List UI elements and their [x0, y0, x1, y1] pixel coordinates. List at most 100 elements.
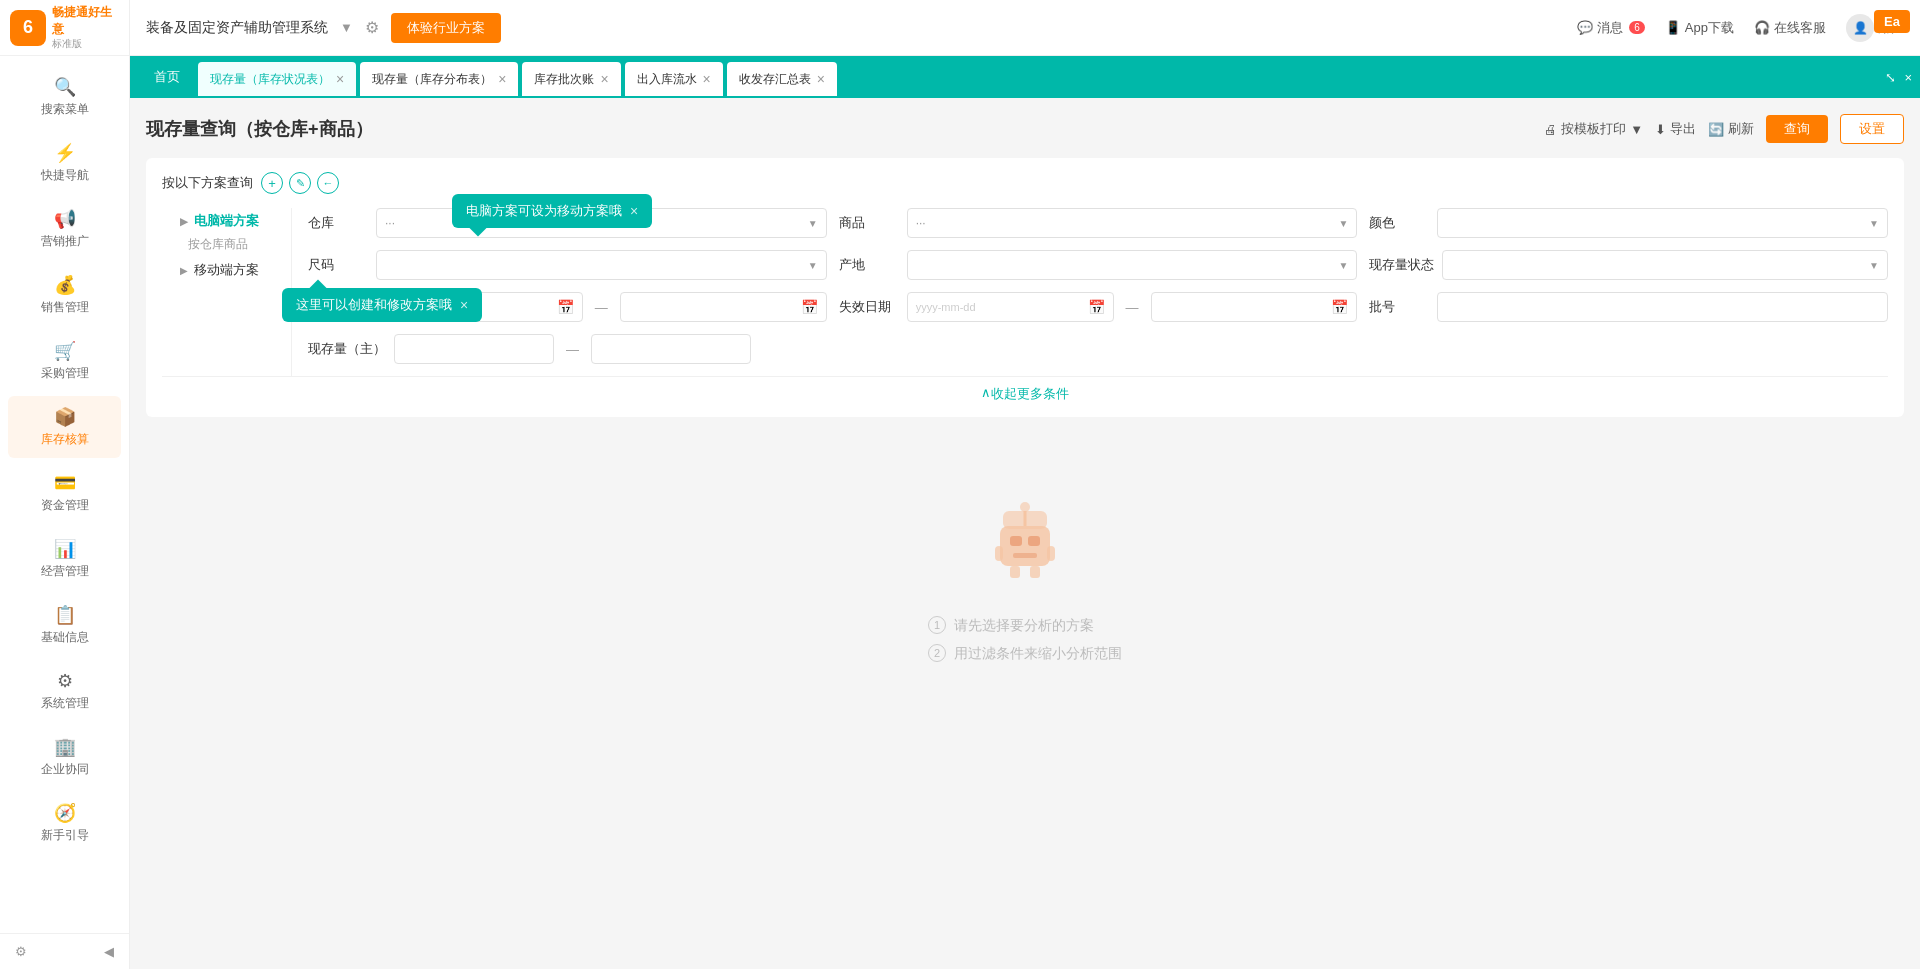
stock-status-dropdown[interactable]: ▼: [1442, 250, 1888, 280]
filter-label: 按以下方案查询: [162, 174, 253, 192]
chevron-down-icon: ▼: [808, 260, 818, 271]
tab-receive-send[interactable]: 收发存汇总表 ×: [727, 62, 837, 96]
batch-no-input[interactable]: [1437, 292, 1888, 322]
filter-field-size: 尺码 ▼: [308, 250, 827, 280]
reset-button[interactable]: 设置: [1840, 114, 1904, 144]
collapse-icon[interactable]: ◀: [104, 944, 114, 959]
step-2-text: 用过滤条件来缩小分析范围: [954, 639, 1122, 667]
expire-date-from[interactable]: yyyy-mm-dd 📅: [907, 292, 1114, 322]
collapse-label: 收起更多条件: [991, 385, 1069, 403]
sidebar-item-label: 基础信息: [41, 629, 89, 646]
sidebar-item-label: 资金管理: [41, 497, 89, 514]
production-date-to[interactable]: 📅: [620, 292, 827, 322]
settings-icon[interactable]: ⚙: [15, 944, 27, 959]
tab-close-icon[interactable]: ×: [336, 71, 344, 87]
tab-close-icon[interactable]: ×: [703, 71, 711, 87]
step-number-2: 2: [928, 644, 946, 662]
add-scheme-btn[interactable]: +: [261, 172, 283, 194]
sidebar-item-basic[interactable]: 📋 基础信息: [8, 594, 121, 656]
scheme-sub-item[interactable]: 按仓库商品: [172, 236, 279, 253]
tab-close-icon[interactable]: ×: [600, 71, 608, 87]
tab-close-icon[interactable]: ×: [498, 71, 506, 87]
sidebar-item-purchase[interactable]: 🛒 采购管理: [8, 330, 121, 392]
scheme-item-mobile[interactable]: ▶ 移动端方案: [172, 257, 279, 283]
sidebar-item-marketing[interactable]: 📢 营销推广: [8, 198, 121, 260]
system-name: 装备及固定资产辅助管理系统: [146, 19, 328, 37]
sidebar-item-label: 营销推广: [41, 233, 89, 250]
refresh-btn[interactable]: 🔄 刷新: [1708, 120, 1754, 138]
create-scheme-tooltip: 这里可以创建和修改方案哦 ×: [282, 288, 482, 322]
origin-dropdown[interactable]: ▼: [907, 250, 1358, 280]
phone-icon: 📱: [1665, 20, 1681, 35]
tab-inventory-status[interactable]: 现存量（库存状况表） ×: [198, 62, 356, 96]
expire-date-to[interactable]: 📅: [1151, 292, 1358, 322]
color-dropdown[interactable]: ▼: [1437, 208, 1888, 238]
sidebar-item-operation[interactable]: 📊 经营管理: [8, 528, 121, 590]
scheme-item-desktop[interactable]: ▶ 电脑端方案: [172, 208, 279, 234]
tab-batch-account[interactable]: 库存批次账 ×: [522, 62, 620, 96]
color-label: 颜色: [1369, 214, 1429, 232]
svg-point-10: [1020, 502, 1030, 512]
purchase-icon: 🛒: [54, 340, 76, 362]
dropdown-icon[interactable]: ▼: [340, 20, 353, 35]
calendar-icon[interactable]: 📅: [557, 299, 574, 315]
stock-qty-label: 现存量（主）: [308, 340, 386, 358]
tab-close-icon[interactable]: ×: [817, 71, 825, 87]
trial-button[interactable]: 体验行业方案: [391, 13, 501, 43]
chevron-down-icon: ▼: [1338, 218, 1348, 229]
tab-label: 库存批次账: [534, 71, 594, 88]
export-label: 导出: [1670, 120, 1696, 138]
tab-label: 现存量（库存分布表）: [372, 71, 492, 88]
calendar-icon[interactable]: 📅: [1088, 299, 1105, 315]
stock-qty-from[interactable]: [394, 334, 554, 364]
create-tooltip-close[interactable]: ×: [460, 297, 468, 313]
product-dropdown[interactable]: ··· ▼: [907, 208, 1358, 238]
message-btn[interactable]: 💬 消息 6: [1577, 19, 1645, 37]
online-support-btn[interactable]: 🎧 在线客服: [1754, 19, 1826, 37]
size-dropdown[interactable]: ▼: [376, 250, 827, 280]
back-scheme-btn[interactable]: ←: [317, 172, 339, 194]
sidebar-item-quick-nav[interactable]: ⚡ 快捷导航: [8, 132, 121, 194]
filter-fields: 仓库 ··· ▼ 商品 ··· ▼: [292, 208, 1888, 376]
sidebar-item-guide[interactable]: 🧭 新手引导: [8, 792, 121, 854]
sidebar-item-finance[interactable]: 💳 资金管理: [8, 462, 121, 524]
print-btn[interactable]: 🖨 按模板打印 ▼: [1544, 120, 1643, 138]
collapse-filter-btn[interactable]: ∧ 收起更多条件: [162, 376, 1888, 403]
product-label: 商品: [839, 214, 899, 232]
tab-in-out-flow[interactable]: 出入库流水 ×: [625, 62, 723, 96]
headset-icon: 🎧: [1754, 20, 1770, 35]
logo-text: 畅捷通好生意 标准版: [52, 4, 119, 52]
export-btn[interactable]: ⬇ 导出: [1655, 120, 1696, 138]
filter-field-product: 商品 ··· ▼: [839, 208, 1358, 238]
tab-close-all-icon[interactable]: ×: [1904, 70, 1912, 85]
tab-home[interactable]: 首页: [138, 56, 196, 98]
filter-field-expire-date: 失效日期 yyyy-mm-dd 📅 — 📅: [839, 292, 1358, 322]
tab-inventory-dist[interactable]: 现存量（库存分布表） ×: [360, 62, 518, 96]
settings-btn[interactable]: ⚙: [365, 18, 379, 37]
scheme-name-tooltip-close[interactable]: ×: [630, 203, 638, 219]
app-download-btn[interactable]: 📱 App下载: [1665, 19, 1734, 37]
sidebar-nav: 🔍 搜索菜单 ⚡ 快捷导航 📢 营销推广 💰 销售管理 🛒 采购管理 📦 库存核…: [0, 56, 129, 933]
main-content: 装备及固定资产辅助管理系统 ▼ ⚙ 体验行业方案 💬 消息 6 📱 App下载 …: [130, 0, 1920, 969]
tab-maximize-icon[interactable]: ⤡: [1885, 70, 1896, 85]
sidebar-item-search[interactable]: 🔍 搜索菜单: [8, 66, 121, 128]
filter-header: 按以下方案查询 + ✎ ← 电脑方案可设为移动方案哦 ×: [162, 172, 1888, 194]
sidebar-item-inventory[interactable]: 📦 库存核算: [8, 396, 121, 458]
calendar-icon[interactable]: 📅: [801, 299, 818, 315]
header-right: 💬 消息 6 📱 App下载 🎧 在线客服 👤 用户 Ea: [1577, 14, 1904, 42]
svg-rect-6: [1010, 566, 1020, 578]
sidebar-item-sales[interactable]: 💰 销售管理: [8, 264, 121, 326]
sidebar-item-system[interactable]: ⚙ 系统管理: [8, 660, 121, 722]
expire-date-label: 失效日期: [839, 298, 899, 316]
edit-scheme-btn[interactable]: ✎: [289, 172, 311, 194]
sidebar-item-label: 快捷导航: [41, 167, 89, 184]
calendar-icon[interactable]: 📅: [1331, 299, 1348, 315]
create-tooltip-text: 这里可以创建和修改方案哦: [296, 296, 452, 314]
logo-icon: 6: [10, 10, 46, 46]
stock-qty-to[interactable]: [591, 334, 751, 364]
search-button[interactable]: 查询: [1766, 115, 1828, 143]
sidebar-item-enterprise[interactable]: 🏢 企业协同: [8, 726, 121, 788]
svg-rect-5: [1047, 546, 1055, 561]
scheme-name-tooltip: 电脑方案可设为移动方案哦 ×: [452, 194, 652, 228]
guide-icon: 🧭: [54, 802, 76, 824]
